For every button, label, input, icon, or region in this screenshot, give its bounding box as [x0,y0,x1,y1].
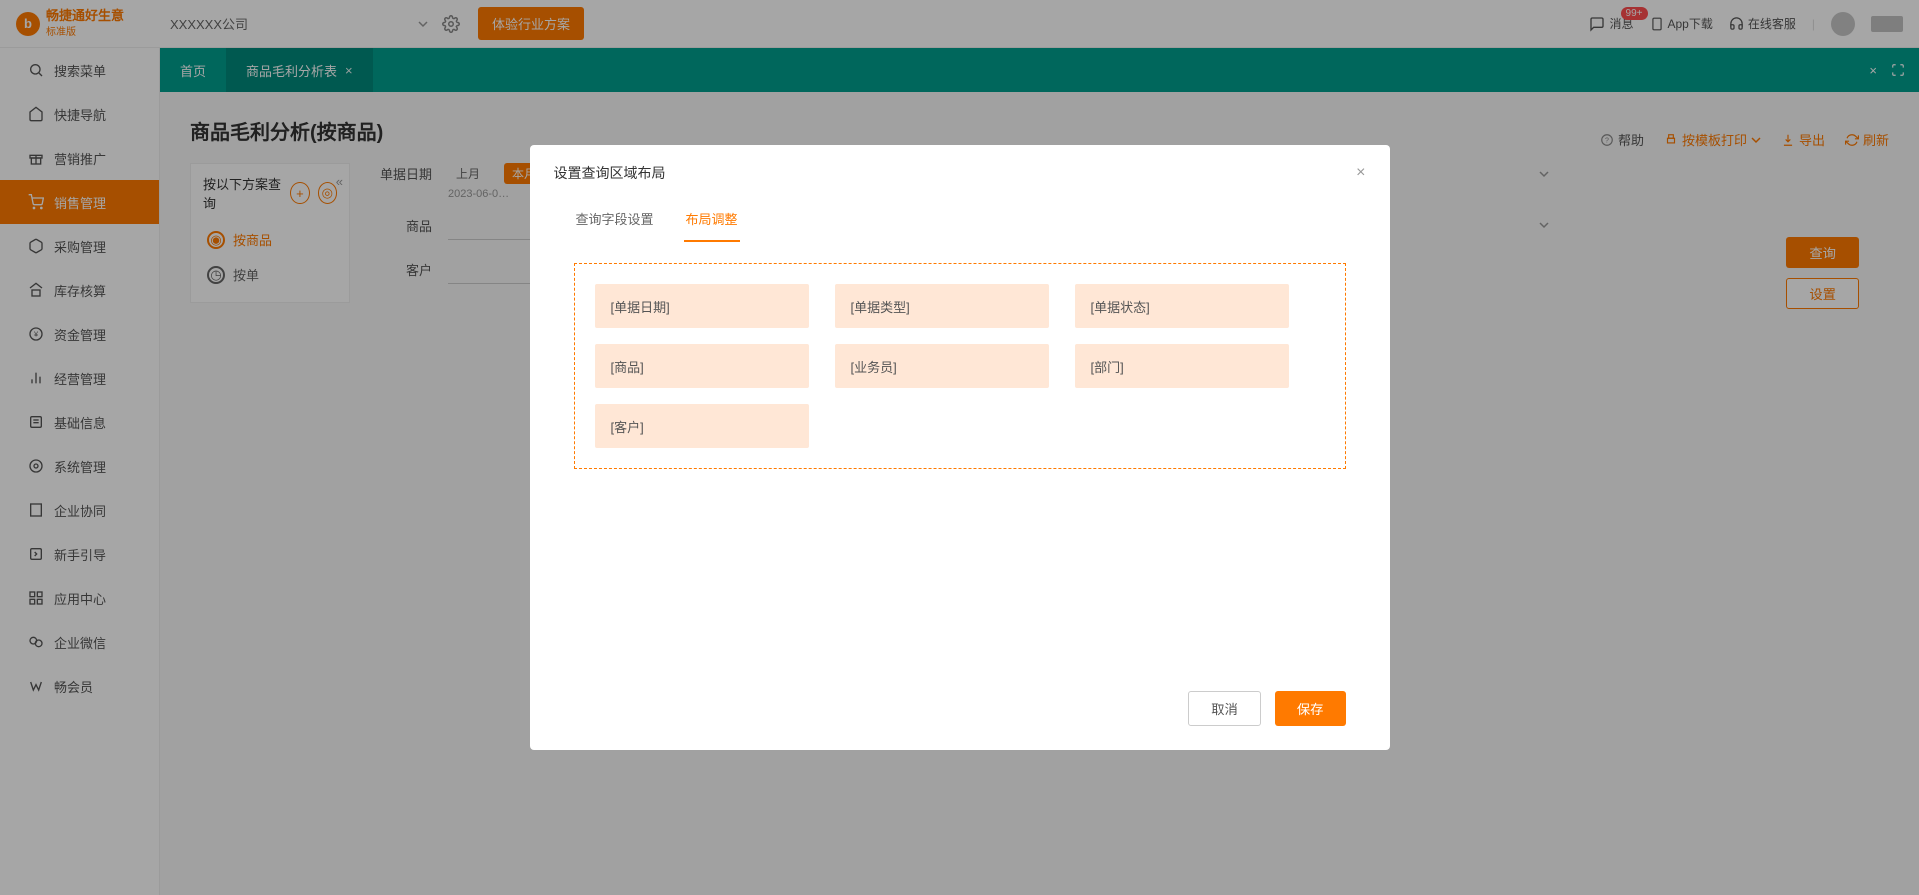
layout-chip-type[interactable]: [单据类型] [835,284,1049,328]
cancel-button[interactable]: 取消 [1188,691,1261,726]
layout-chip-dept[interactable]: [部门] [1075,344,1289,388]
layout-chip-date[interactable]: [单据日期] [595,284,809,328]
modal-tab-fields[interactable]: 查询字段设置 [574,201,656,242]
modal-tab-layout[interactable]: 布局调整 [684,201,740,242]
layout-chip-salesperson[interactable]: [业务员] [835,344,1049,388]
layout-chip-customer[interactable]: [客户] [595,404,809,448]
layout-chip-product[interactable]: [商品] [595,344,809,388]
layout-drop-zone[interactable]: [单据日期] [单据类型] [单据状态] [商品] [业务员] [部门] [客户… [574,263,1346,469]
layout-settings-modal: 设置查询区域布局 × 查询字段设置 布局调整 [单据日期] [单据类型] [单据… [530,145,1390,750]
modal-close-icon[interactable]: × [1356,164,1365,182]
save-button[interactable]: 保存 [1275,691,1346,726]
layout-chip-status[interactable]: [单据状态] [1075,284,1289,328]
modal-title: 设置查询区域布局 [554,163,666,183]
modal-overlay: 设置查询区域布局 × 查询字段设置 布局调整 [单据日期] [单据类型] [单据… [0,0,1919,895]
